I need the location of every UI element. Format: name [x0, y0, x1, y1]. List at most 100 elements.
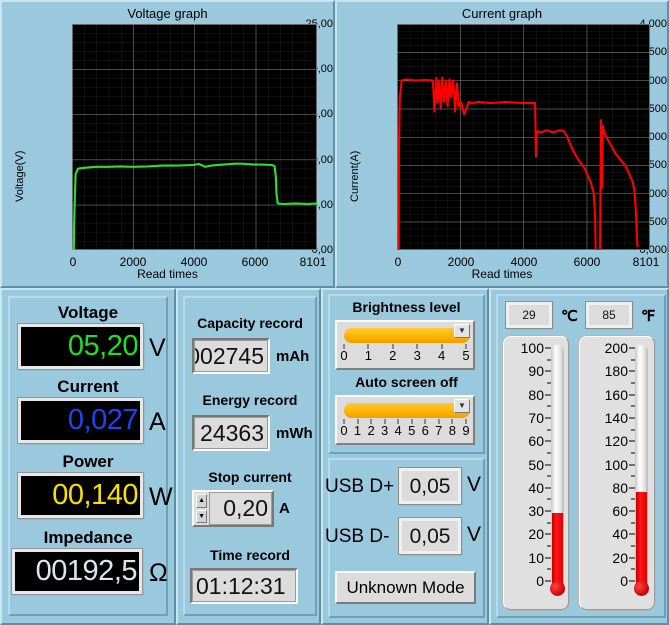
fahrenheit-mercury — [636, 492, 647, 591]
stop-current-label: Stop current — [208, 469, 292, 485]
brightness-track[interactable] — [344, 328, 470, 343]
usb-dminus-field: 0,05 — [398, 517, 462, 555]
slider-tick-label: 3 — [413, 348, 421, 363]
capacity-record-value: 002745 — [194, 342, 264, 369]
usb-dplus-field: 0,05 — [398, 467, 462, 505]
auto-screen-off-slider[interactable]: ▼ 0 1 2 3 4 5 6 7 8 9 — [335, 395, 475, 445]
usb-dplus-unit: V — [467, 473, 482, 496]
brightness-slider[interactable]: ▼ 0 1 2 3 4 5 — [335, 320, 475, 370]
celsius-bulb — [550, 581, 565, 596]
readouts-panel: Voltage 05,20 V Current 0,027 A Power 00… — [0, 288, 176, 625]
bottom-row: Voltage 05,20 V Current 0,027 A Power 00… — [0, 288, 669, 625]
thermo-tick-label: 120 — [604, 433, 628, 450]
fahrenheit-value: 85 — [602, 308, 616, 322]
thermo-tick-label: 100 — [604, 456, 628, 473]
thermo-tick-label: 180 — [604, 363, 628, 380]
power-unit: W — [149, 483, 173, 511]
energy-record-field: 24363 — [192, 415, 270, 451]
thermo-tick-label: 200 — [604, 340, 628, 356]
slider-tick-label: 4 — [437, 348, 446, 363]
thermo-tick-label: 40 — [612, 526, 628, 543]
voltage-value: 05,20 — [67, 330, 139, 362]
thermo-tick-label: 100 — [520, 340, 544, 356]
thermo-tick-label: 140 — [604, 409, 628, 426]
impedance-label: Impedance — [43, 528, 133, 547]
slider-tick-label: 7 — [435, 423, 443, 438]
stop-current-value: 0,20 — [223, 495, 268, 521]
thermo-tick-label: 80 — [528, 386, 544, 403]
stop-current-unit: A — [279, 500, 290, 517]
slider-tick-label: 0 — [340, 348, 348, 363]
slider-tick-label: 2 — [389, 348, 397, 363]
voltage-plot-svg — [71, 23, 318, 251]
voltage-graph-panel: Voltage graph Voltage(V) 25,00 20,00 15,… — [0, 0, 335, 288]
impedance-readout: 00192,5 — [11, 548, 143, 595]
stop-current-spinner[interactable]: ▲ ▼ 0,20 — [192, 490, 274, 527]
current-value: 0,027 — [67, 404, 139, 436]
stop-current-down-button[interactable]: ▼ — [196, 509, 208, 523]
time-record-label: Time record — [210, 547, 290, 563]
mode-button[interactable]: Unknown Mode — [335, 571, 476, 604]
current-plot-svg — [396, 23, 651, 252]
energy-record-unit: mWh — [276, 425, 313, 442]
thermo-tick-label: 160 — [604, 386, 628, 403]
current-x-axis-label: Read times — [471, 267, 533, 281]
slider-tick-label: 3 — [381, 423, 389, 438]
power-label: Power — [62, 452, 114, 471]
energy-record-value: 24363 — [200, 419, 264, 446]
usb-dminus-label: USB D- — [325, 526, 390, 547]
controls-panel: Brightness level ▼ 0 1 2 3 4 5 Auto scre… — [321, 288, 489, 625]
brightness-thumb[interactable]: ▼ — [454, 324, 470, 338]
slider-tick-label: 2 — [367, 423, 375, 438]
slider-tick-label: 1 — [353, 423, 362, 438]
time-record-value: 01:12:31 — [196, 572, 286, 599]
impedance-value: 00192,5 — [35, 555, 138, 587]
capacity-record-label: Capacity record — [197, 315, 303, 331]
voltage-plot-area — [71, 23, 318, 251]
thermo-tick-label: 50 — [528, 456, 544, 473]
records-panel: Capacity record 002745 mAh Energy record… — [176, 288, 321, 625]
fahrenheit-bulb — [634, 581, 649, 596]
brightness-fill — [344, 328, 470, 343]
graphs-row: Voltage graph Voltage(V) 25,00 20,00 15,… — [0, 0, 669, 288]
current-readout: 0,027 — [17, 397, 144, 444]
auto-screen-off-thumb[interactable]: ▼ — [454, 399, 470, 413]
celsius-thermometer: 100 90 80 70 60 50 40 30 20 10 0 — [503, 336, 569, 610]
capacity-record-unit: mAh — [276, 348, 310, 365]
voltage-label: Voltage — [57, 303, 119, 322]
slider-tick-label: 8 — [448, 423, 456, 438]
thermo-tick-label: 90 — [528, 363, 544, 380]
fahrenheit-thermometer: 200 180 160 140 120 100 80 60 40 20 0 — [579, 336, 655, 610]
slider-tick-label: 0 — [340, 423, 348, 438]
voltage-y-axis-label: Voltage(V) — [14, 150, 26, 202]
power-value: 00,140 — [52, 479, 138, 511]
energy-record-label: Energy record — [202, 392, 298, 408]
current-label: Current — [57, 377, 119, 396]
stop-current-spin-buttons[interactable]: ▲ ▼ — [194, 492, 209, 525]
current-graph-panel: Current graph Current(A) 4,000 3,500 3,0… — [335, 0, 669, 288]
auto-screen-off-track[interactable] — [344, 403, 470, 418]
stop-current-up-button[interactable]: ▲ — [196, 494, 208, 508]
voltage-x-axis-label: Read times — [137, 267, 198, 281]
fahrenheit-field: 85 — [585, 301, 633, 329]
current-y-axis-label: Current(A) — [349, 150, 361, 202]
slider-tick-label: 5 — [408, 423, 416, 438]
impedance-unit: Ω — [149, 559, 168, 587]
brightness-label: Brightness level — [352, 299, 461, 315]
auto-screen-off-label: Auto screen off — [355, 374, 458, 390]
brightness-ticks: 0 1 2 3 4 5 — [340, 344, 470, 366]
usb-dplus-value: 0,05 — [409, 474, 451, 498]
celsius-field: 29 — [505, 301, 553, 329]
slider-tick-label: 5 — [462, 348, 470, 363]
thermo-tick-label: 70 — [528, 409, 544, 426]
thermo-tick-label: 40 — [528, 479, 544, 496]
thermo-tick-label: 80 — [612, 479, 628, 496]
usb-meter-window: Voltage graph Voltage(V) 25,00 20,00 15,… — [0, 0, 669, 625]
time-record-field: 01:12:31 — [190, 568, 298, 604]
slider-tick-label: 9 — [462, 423, 470, 438]
current-unit: A — [149, 408, 166, 436]
voltage-unit: V — [149, 334, 166, 362]
thermo-tick-label: 10 — [528, 549, 544, 566]
slider-tick-label: 1 — [364, 348, 373, 363]
capacity-record-field: 002745 — [192, 338, 270, 374]
